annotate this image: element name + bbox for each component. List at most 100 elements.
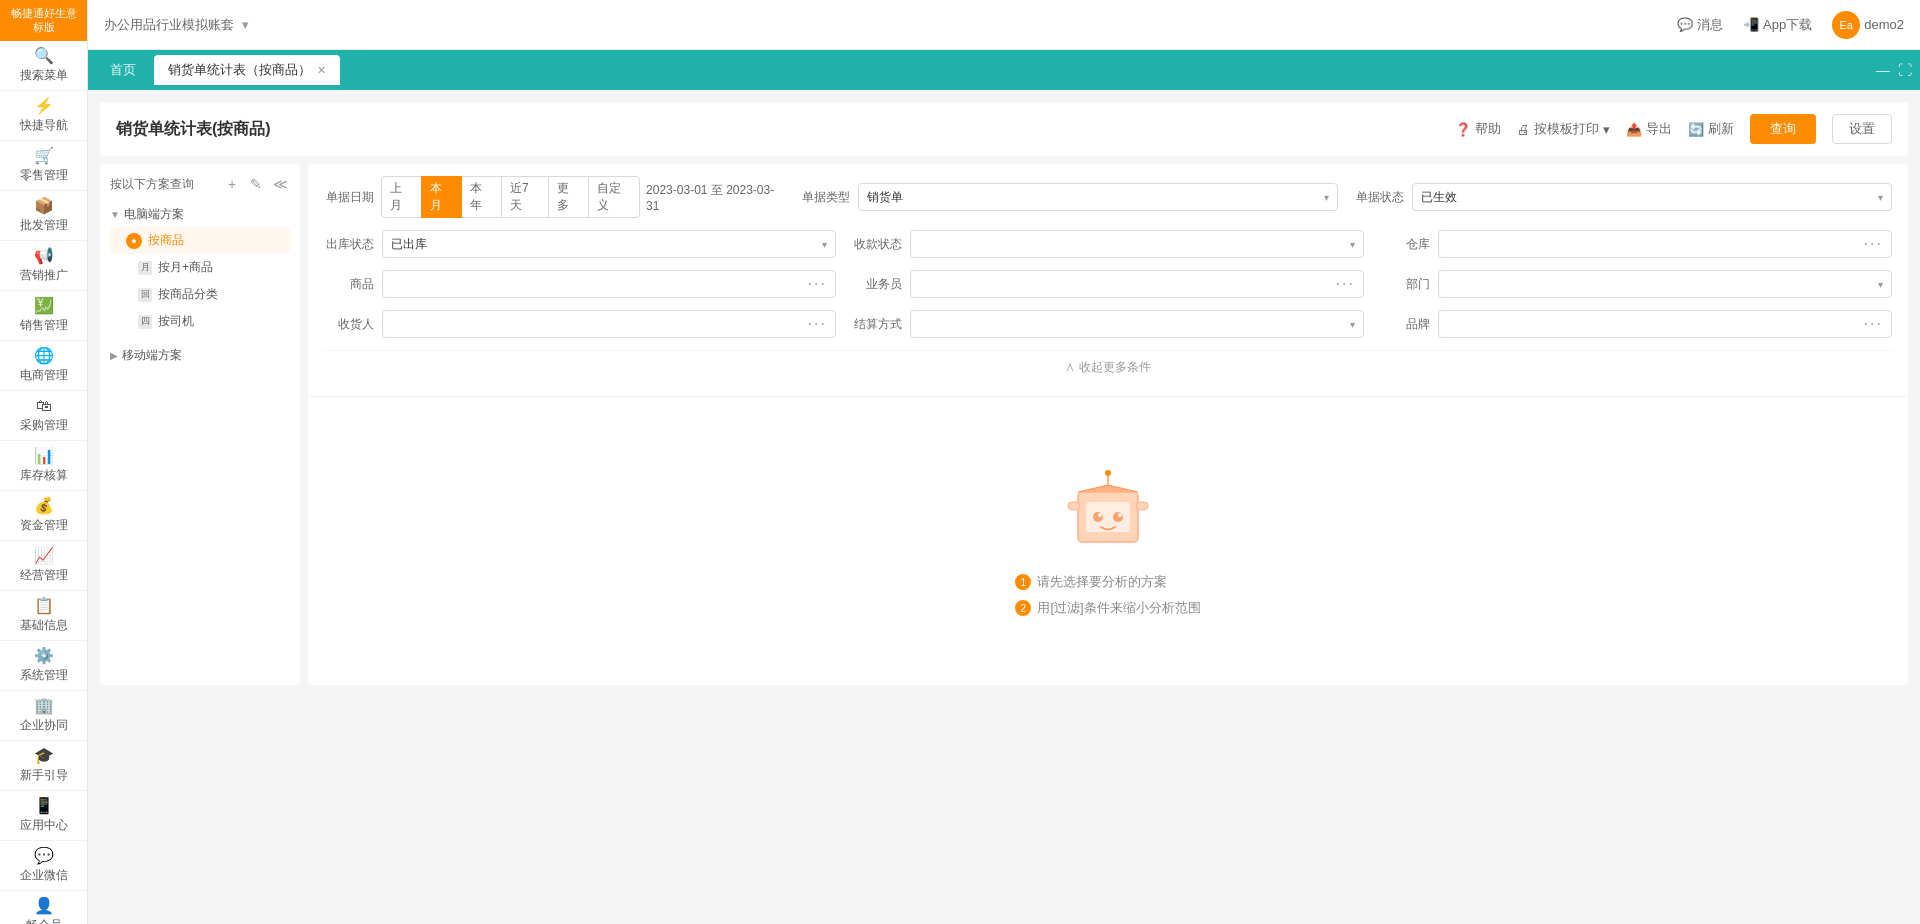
scheme-group-mobile-header[interactable]: ▶ 移动端方案 xyxy=(110,343,290,368)
doc-type-input[interactable]: 销货单 ▾ xyxy=(858,183,1338,211)
date-tab-7days[interactable]: 近7天 xyxy=(501,176,548,218)
product-input[interactable]: ··· xyxy=(382,270,836,298)
user-profile[interactable]: Ea demo2 xyxy=(1832,11,1904,39)
sidebar-item-label: 零售管理 xyxy=(20,167,68,184)
tip-num-1: 1 xyxy=(1015,574,1031,590)
sidebar-item-wechat[interactable]: 💬 企业微信 xyxy=(0,841,87,891)
settings-button[interactable]: 设置 xyxy=(1832,114,1892,144)
sidebar-item-retail[interactable]: 🛒 零售管理 xyxy=(0,141,87,191)
nav-icon: ⚡ xyxy=(34,96,54,115)
member-icon: 👤 xyxy=(34,896,54,915)
sidebar-item-basic[interactable]: 📋 基础信息 xyxy=(0,591,87,641)
filter-area: 单据日期 上月 本月 本年 近7天 更多 自定义 20 xyxy=(308,164,1908,397)
tab-home[interactable]: 首页 xyxy=(96,55,150,85)
app-download-button[interactable]: 📲 App下载 xyxy=(1743,16,1812,34)
finance-icon: 💰 xyxy=(34,496,54,515)
sidebar-item-label: 销售管理 xyxy=(20,317,68,334)
doc-type-label: 单据类型 xyxy=(800,189,850,206)
sidebar-item-marketing[interactable]: 📢 营销推广 xyxy=(0,241,87,291)
newbie-icon: 🎓 xyxy=(34,746,54,765)
scheme-group-desktop: ▼ 电脑端方案 ● 按商品 月 按月+商品 回 按商品分类 xyxy=(110,202,290,335)
payment-method-dropdown-icon: ▾ xyxy=(1350,319,1355,330)
payment-method-label: 结算方式 xyxy=(852,316,902,333)
filter-field-out-status: 出库状态 已出库 ▾ xyxy=(324,230,836,258)
department-label: 部门 xyxy=(1380,276,1430,293)
tab-sales-stat[interactable]: 销货单统计表（按商品） ✕ xyxy=(154,55,340,85)
chevron-right-icon: ▶ xyxy=(110,350,118,361)
sidebar-item-finance[interactable]: 💰 资金管理 xyxy=(0,491,87,541)
refresh-icon: 🔄 xyxy=(1688,122,1704,137)
scheme-item-label: 按商品 xyxy=(148,232,184,249)
scheme-add-button[interactable]: + xyxy=(222,174,242,194)
tip-2-text: 用[过滤]条件来缩小分析范围 xyxy=(1037,599,1200,617)
help-button[interactable]: ❓ 帮助 xyxy=(1455,120,1501,138)
collapse-more-conditions-button[interactable]: ∧ 收起更多条件 xyxy=(324,350,1892,384)
print-icon: 🖨 xyxy=(1517,122,1530,137)
tab-bar-right: — ⛶ xyxy=(1876,62,1912,78)
sidebar-item-newbie[interactable]: 🎓 新手引导 xyxy=(0,741,87,791)
scheme-item-by-month-product[interactable]: 月 按月+商品 xyxy=(110,254,290,281)
date-tab-this-month[interactable]: 本月 xyxy=(421,176,462,218)
print-button[interactable]: 🖨 按模板打印 ▾ xyxy=(1517,120,1610,138)
sales-icon: 💹 xyxy=(34,296,54,315)
header-dropdown-icon[interactable]: ▾ xyxy=(242,17,249,32)
doc-status-value: 已生效 xyxy=(1421,189,1457,206)
brand-input[interactable]: ··· xyxy=(1438,310,1892,338)
tab-expand-icon[interactable]: ⛶ xyxy=(1898,62,1912,78)
query-button[interactable]: 查询 xyxy=(1750,114,1816,144)
svg-rect-1 xyxy=(1086,502,1130,532)
empty-tips: 1 请先选择要分析的方案 2 用[过滤]条件来缩小分析范围 xyxy=(1015,573,1200,625)
product-dots-icon: ··· xyxy=(808,275,827,293)
sidebar-item-label: 企业微信 xyxy=(20,867,68,884)
sidebar-item-purchase[interactable]: 🛍 采购管理 xyxy=(0,391,87,441)
sidebar-item-label: 基础信息 xyxy=(20,617,68,634)
username-label: demo2 xyxy=(1864,17,1904,32)
filter-row-4: 收货人 ··· 结算方式 ▾ xyxy=(324,310,1892,338)
sidebar-item-member[interactable]: 👤 畅会员 xyxy=(0,891,87,924)
scheme-item-by-product[interactable]: ● 按商品 xyxy=(110,227,290,254)
department-input[interactable]: ▾ xyxy=(1438,270,1892,298)
sidebar-item-system[interactable]: ⚙️ 系统管理 xyxy=(0,641,87,691)
date-tab-last-month[interactable]: 上月 xyxy=(381,176,422,218)
sidebar-item-label: 系统管理 xyxy=(20,667,68,684)
sidebar-item-ecommerce[interactable]: 🌐 电商管理 xyxy=(0,341,87,391)
sidebar-item-search[interactable]: 🔍 搜索菜单 xyxy=(0,41,87,91)
page-actions: ❓ 帮助 🖨 按模板打印 ▾ 📤 导出 🔄 刷新 查询 设置 xyxy=(1455,114,1892,144)
scheme-panel: 按以下方案查询 + ✎ ≪ ▼ 电脑端方案 ● 按商品 xyxy=(100,164,300,685)
scheme-edit-button[interactable]: ✎ xyxy=(246,174,266,194)
tab-minimize-icon[interactable]: — xyxy=(1876,62,1890,78)
doc-status-label: 单据状态 xyxy=(1354,189,1404,206)
receiver-input[interactable]: ··· xyxy=(382,310,836,338)
search-icon: 🔍 xyxy=(34,46,54,65)
sidebar-item-sales[interactable]: 💹 销售管理 xyxy=(0,291,87,341)
sidebar-item-enterprise[interactable]: 🏢 企业协同 xyxy=(0,691,87,741)
top-header: 办公用品行业模拟账套 ▾ 💬 消息 📲 App下载 Ea demo2 xyxy=(88,0,1920,50)
doc-type-dropdown-icon: ▾ xyxy=(1324,192,1329,203)
message-button[interactable]: 💬 消息 xyxy=(1677,16,1723,34)
scheme-collapse-button[interactable]: ≪ xyxy=(270,174,290,194)
salesperson-input[interactable]: ··· xyxy=(910,270,1364,298)
sidebar-item-inventory[interactable]: 📊 库存核算 xyxy=(0,441,87,491)
refresh-button[interactable]: 🔄 刷新 xyxy=(1688,120,1734,138)
date-tab-custom[interactable]: 自定义 xyxy=(588,176,641,218)
date-tab-more[interactable]: 更多 xyxy=(548,176,589,218)
out-status-input[interactable]: 已出库 ▾ xyxy=(382,230,836,258)
sidebar-item-quick-nav[interactable]: ⚡ 快捷导航 xyxy=(0,91,87,141)
sidebar-item-operations[interactable]: 📈 经营管理 xyxy=(0,541,87,591)
payment-status-input[interactable]: ▾ xyxy=(910,230,1364,258)
warehouse-input[interactable]: ··· xyxy=(1438,230,1892,258)
sidebar-item-appcenter[interactable]: 📱 应用中心 xyxy=(0,791,87,841)
export-button[interactable]: 📤 导出 xyxy=(1626,120,1672,138)
tab-close-icon[interactable]: ✕ xyxy=(317,64,326,77)
sidebar-item-label: 畅会员 xyxy=(26,917,62,924)
logo-area: 畅捷通好生意 标版 xyxy=(0,0,87,41)
scheme-item-by-category[interactable]: 回 按商品分类 xyxy=(110,281,290,308)
ecommerce-icon: 🌐 xyxy=(34,346,54,365)
help-label: 帮助 xyxy=(1475,120,1501,138)
payment-method-input[interactable]: ▾ xyxy=(910,310,1364,338)
scheme-group-desktop-header[interactable]: ▼ 电脑端方案 xyxy=(110,202,290,227)
sidebar-item-wholesale[interactable]: 📦 批发管理 xyxy=(0,191,87,241)
scheme-item-by-driver[interactable]: 四 按司机 xyxy=(110,308,290,335)
doc-status-input[interactable]: 已生效 ▾ xyxy=(1412,183,1892,211)
date-tab-this-year[interactable]: 本年 xyxy=(461,176,502,218)
